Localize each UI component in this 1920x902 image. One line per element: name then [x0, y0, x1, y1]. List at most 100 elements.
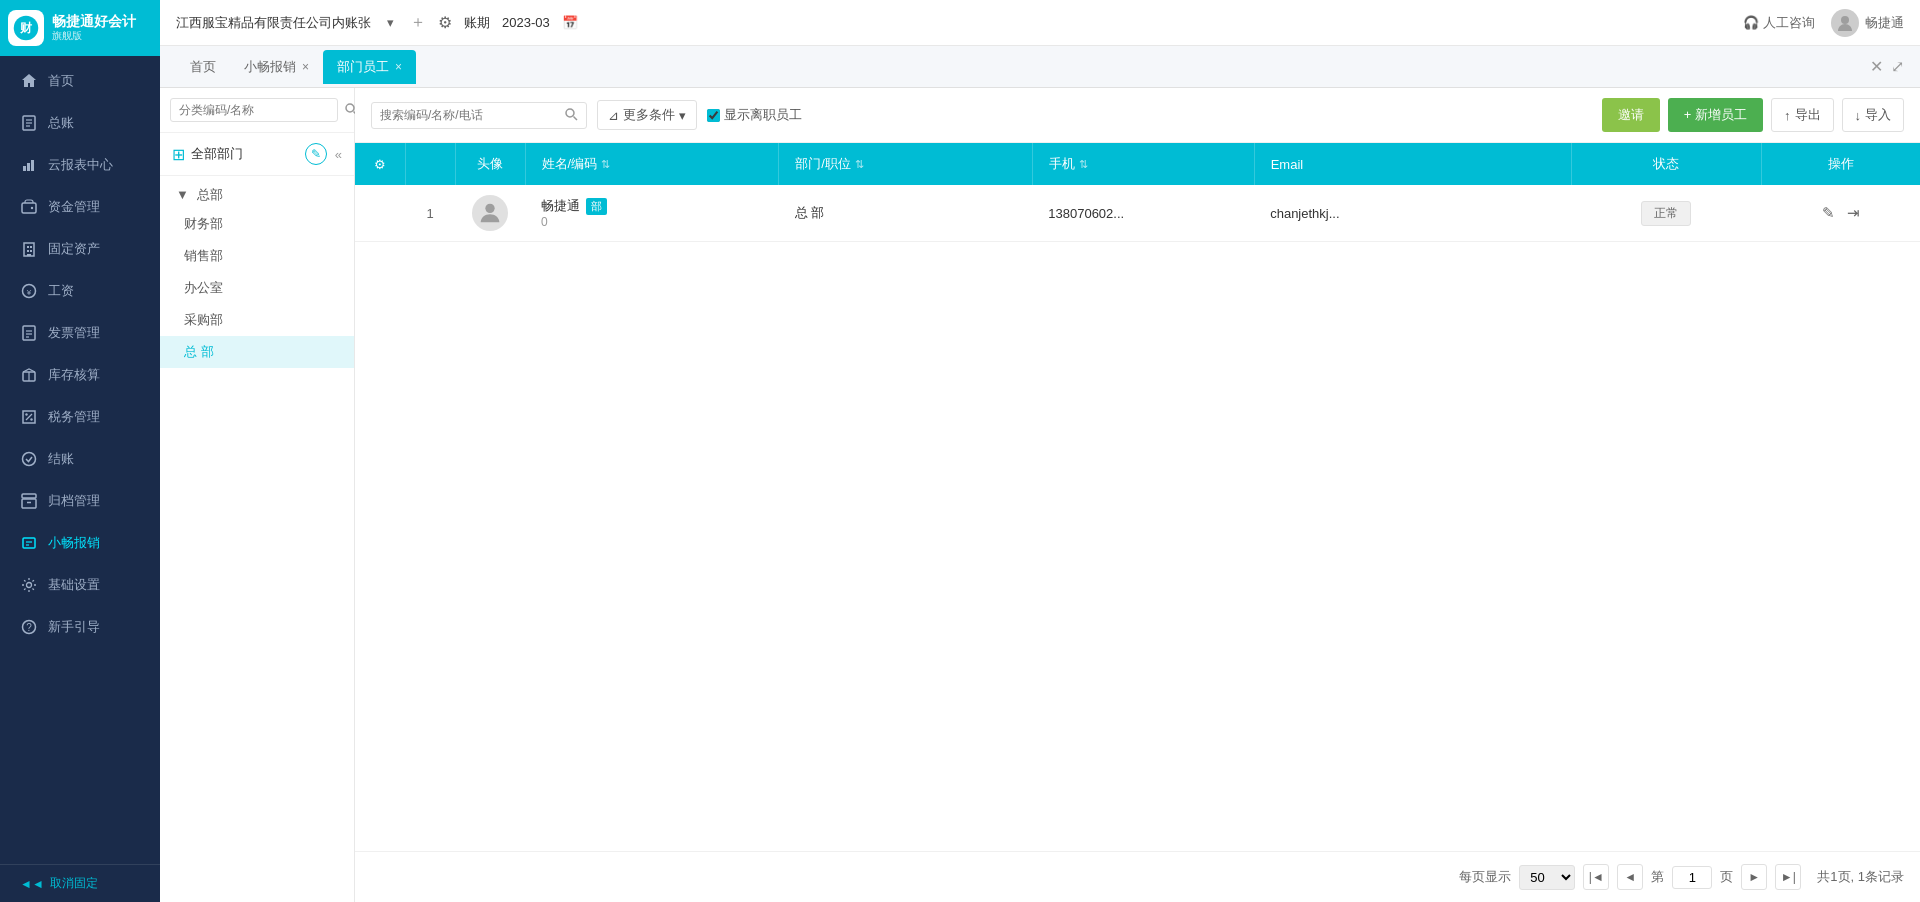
first-page-btn[interactable]: |◄	[1583, 864, 1609, 890]
sidebar-item-archive[interactable]: 归档管理	[0, 480, 160, 522]
add-employee-btn[interactable]: + 新增员工	[1668, 98, 1763, 132]
employee-search-input[interactable]	[380, 108, 560, 122]
employee-table-container: ⚙ 头像 姓名/编码 ⇅	[355, 143, 1920, 851]
close-tab-btn[interactable]: ✕	[1870, 57, 1883, 76]
sidebar-item-checkout[interactable]: 结账	[0, 438, 160, 480]
filter-icon: ⊿	[608, 108, 619, 123]
sidebar-item-archive-label: 归档管理	[48, 492, 100, 510]
wallet-icon	[20, 198, 38, 216]
tab-expense-close[interactable]: ×	[302, 60, 309, 74]
period-label: 账期	[464, 14, 490, 32]
import-btn[interactable]: ↓ 导入	[1842, 98, 1905, 132]
tab-home[interactable]: 首页	[176, 50, 230, 84]
row-phone-cell: 138070602...	[1032, 185, 1254, 242]
topbar-settings-icon[interactable]: ⚙	[438, 13, 452, 32]
employee-dept: 总 部	[795, 205, 825, 220]
dept-node-general[interactable]: 总 部	[160, 336, 354, 368]
filter-btn[interactable]: ⊿ 更多条件 ▾	[597, 100, 697, 130]
sidebar-item-salary[interactable]: ¥ 工资	[0, 270, 160, 312]
sidebar-item-xiaochang[interactable]: 小畅报销	[0, 522, 160, 564]
employee-table-body: 1 畅捷通	[355, 185, 1920, 242]
dept-search-input[interactable]	[170, 98, 338, 122]
dept-collapse-btn[interactable]: «	[335, 147, 342, 162]
col-phone-label: 手机	[1049, 155, 1075, 173]
calendar-icon[interactable]: 📅	[562, 15, 578, 30]
sidebar-item-tax[interactable]: 税务管理	[0, 396, 160, 438]
next-page-btn[interactable]: ►	[1741, 864, 1767, 890]
sidebar-item-salary-label: 工资	[48, 282, 74, 300]
employee-search-icon[interactable]	[564, 107, 578, 124]
user-menu-btn[interactable]: 畅捷通	[1831, 9, 1904, 37]
tab-expense[interactable]: 小畅报销 ×	[230, 50, 323, 84]
edit-employee-btn[interactable]: ✎	[1822, 204, 1835, 222]
sidebar-item-guide[interactable]: ? 新手引导	[0, 606, 160, 648]
dept-node-sales[interactable]: 销售部	[160, 240, 354, 272]
invite-btn[interactable]: 邀请	[1602, 98, 1660, 132]
col-action-header: 操作	[1761, 143, 1920, 185]
page-input[interactable]	[1672, 866, 1712, 889]
tab-bar: 首页 小畅报销 × 部门员工 × ✕ ⤢	[160, 46, 1920, 88]
svg-rect-6	[23, 166, 26, 171]
svg-rect-8	[31, 160, 34, 171]
tab-employees-close[interactable]: ×	[395, 60, 402, 74]
sidebar-item-capital-label: 资金管理	[48, 198, 100, 216]
col-settings-header[interactable]: ⚙	[355, 143, 405, 185]
per-page-select[interactable]: 50 10 20 100	[1519, 865, 1575, 890]
action-icons-group: ✎ ⇥	[1777, 204, 1904, 222]
row-dept-cell: 总 部	[779, 185, 1033, 242]
sidebar-item-settings[interactable]: 基础设置	[0, 564, 160, 606]
page-label: 第	[1651, 868, 1664, 886]
customer-service-btn[interactable]: 🎧 人工咨询	[1743, 14, 1815, 32]
sidebar-item-xiaochang-label: 小畅报销	[48, 534, 100, 552]
svg-point-41	[566, 109, 574, 117]
page-unit: 页	[1720, 868, 1733, 886]
col-dept-header[interactable]: 部门/职位 ⇅	[779, 143, 1033, 185]
add-employee-label: + 新增员工	[1684, 106, 1747, 124]
expand-tab-btn[interactable]: ⤢	[1891, 57, 1904, 76]
employee-search-box	[371, 102, 587, 129]
row-email-cell: chanjethkj...	[1254, 185, 1571, 242]
archive-icon	[20, 492, 38, 510]
row-no: 1	[426, 206, 433, 221]
sidebar-item-fixed-assets[interactable]: 固定资产	[0, 228, 160, 270]
sidebar-item-home-label: 首页	[48, 72, 74, 90]
col-phone-header[interactable]: 手机 ⇅	[1032, 143, 1254, 185]
sidebar-item-reports-label: 云报表中心	[48, 156, 113, 174]
sidebar-item-reports[interactable]: 云报表中心	[0, 144, 160, 186]
table-row: 1 畅捷通	[355, 185, 1920, 242]
cancel-pin-btn[interactable]: ◄◄ 取消固定	[0, 864, 160, 902]
tab-employees[interactable]: 部门员工 ×	[323, 50, 416, 84]
sidebar-item-ledger[interactable]: 总账	[0, 102, 160, 144]
last-page-btn[interactable]: ►|	[1775, 864, 1801, 890]
show-resigned-checkbox[interactable]	[707, 109, 720, 122]
svg-point-43	[485, 204, 494, 213]
col-name-label: 姓名/编码	[542, 155, 598, 173]
employee-toolbar: ⊿ 更多条件 ▾ 显示离职员工 邀请 + 新增员工 ↑ 导出	[355, 88, 1920, 143]
user-avatar	[1831, 9, 1859, 37]
svg-point-10	[31, 207, 33, 209]
dept-node-office[interactable]: 办公室	[160, 272, 354, 304]
dept-node-purchase[interactable]: 采购部	[160, 304, 354, 336]
cancel-pin-label: 取消固定	[50, 875, 98, 892]
sidebar-item-invoice[interactable]: 发票管理	[0, 312, 160, 354]
logout-employee-btn[interactable]: ⇥	[1847, 204, 1860, 222]
show-resigned-text: 显示离职员工	[724, 106, 802, 124]
svg-rect-13	[30, 246, 32, 248]
dept-edit-btn[interactable]: ✎	[305, 143, 327, 165]
prev-page-btn[interactable]: ◄	[1617, 864, 1643, 890]
dept-header: ⊞ 全部部门 ✎ «	[160, 133, 354, 176]
export-btn[interactable]: ↑ 导出	[1771, 98, 1834, 132]
dept-node-finance[interactable]: 财务部	[160, 208, 354, 240]
phone-sort-icon: ⇅	[1079, 158, 1088, 171]
col-email-label: Email	[1271, 157, 1304, 172]
sidebar-item-inventory[interactable]: 库存核算	[0, 354, 160, 396]
company-dropdown-icon[interactable]: ▾	[387, 15, 394, 30]
sidebar-item-home[interactable]: 首页	[0, 60, 160, 102]
user-name: 畅捷通	[1865, 14, 1904, 32]
svg-point-26	[25, 413, 27, 415]
main-area: 江西服宝精品有限责任公司内账张 ▾ ＋ ⚙ 账期 2023-03 📅 🎧 人工咨…	[160, 0, 1920, 902]
add-company-btn[interactable]: ＋	[410, 12, 426, 33]
dept-panel: ⊞ 全部部门 ✎ « ▼ 总部 财务部 销售部 办公室	[160, 88, 355, 902]
col-name-header[interactable]: 姓名/编码 ⇅	[525, 143, 779, 185]
sidebar-item-capital[interactable]: 资金管理	[0, 186, 160, 228]
